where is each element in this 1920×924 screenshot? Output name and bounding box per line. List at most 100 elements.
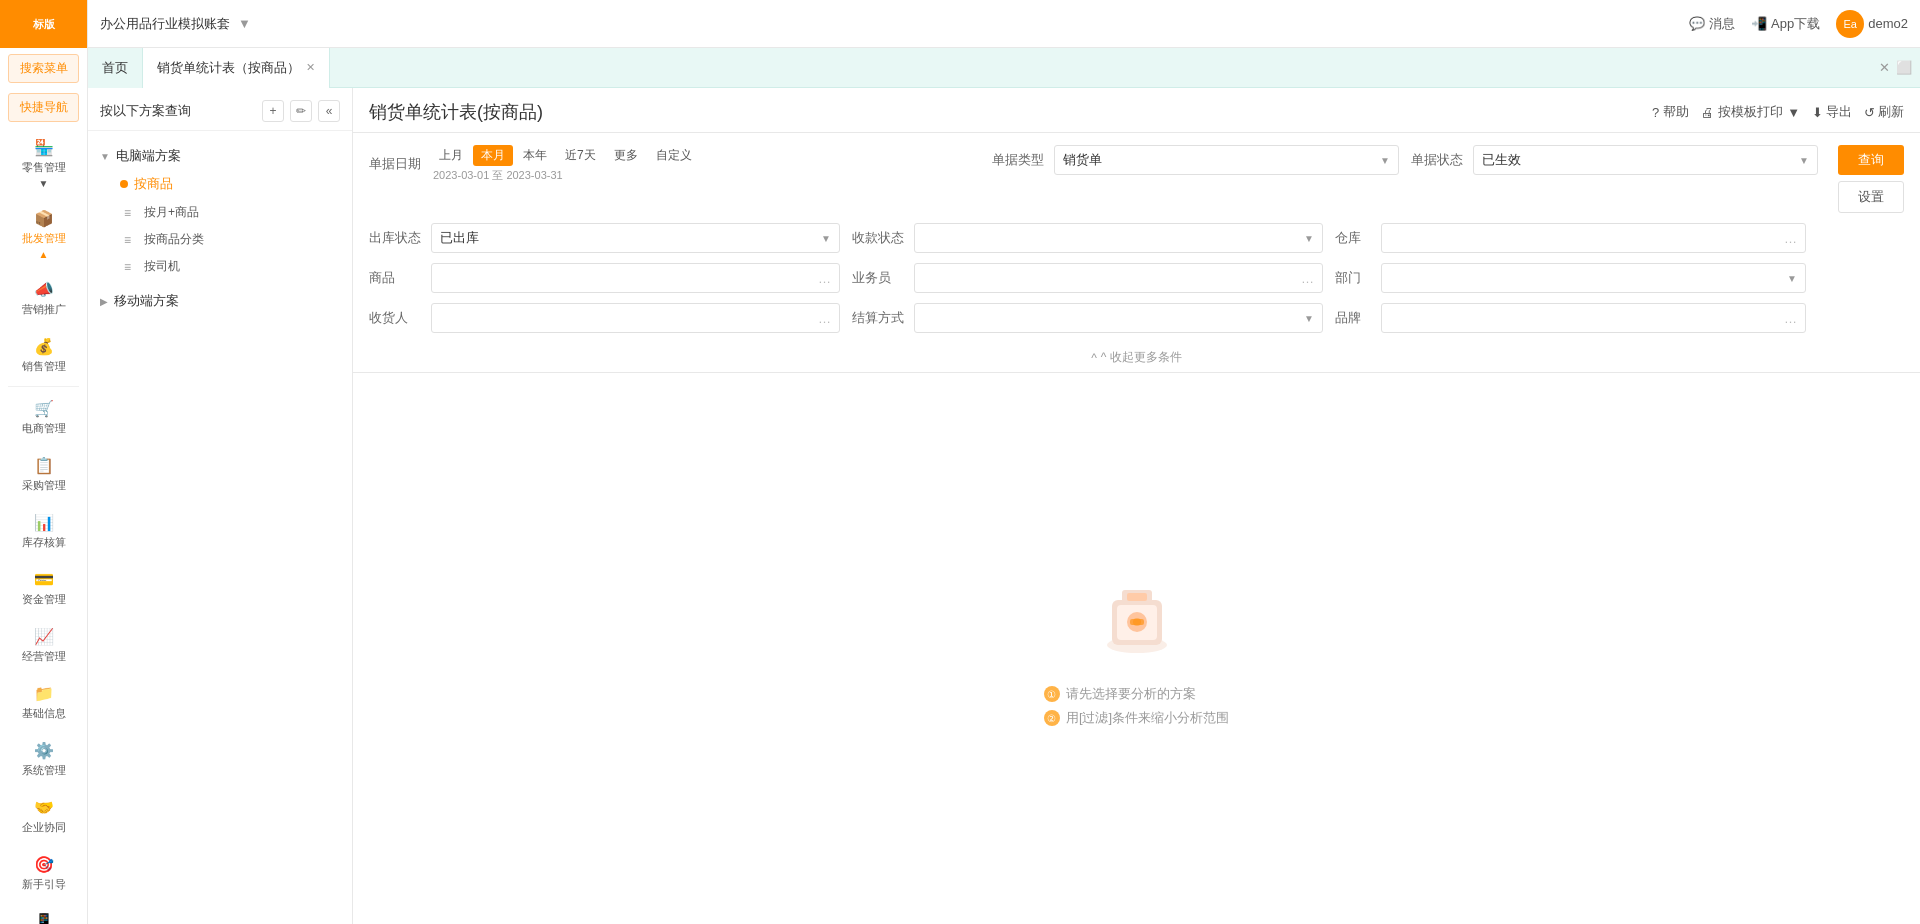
- pc-group-header[interactable]: ▼ 电脑端方案: [100, 143, 340, 169]
- help-icon: ?: [1652, 105, 1659, 120]
- sidebar-item-ecommerce[interactable]: 🛒 电商管理: [0, 389, 87, 446]
- product-dots[interactable]: …: [818, 271, 831, 286]
- topbar-arrow[interactable]: ▼: [238, 16, 251, 31]
- appcenter-icon: 📱: [34, 912, 54, 924]
- settle-method-select[interactable]: ▼: [914, 303, 1323, 333]
- sidebar-item-system[interactable]: ⚙️ 系统管理: [0, 731, 87, 788]
- mobile-group-arrow: ▶: [100, 296, 108, 307]
- doc-status-select[interactable]: 已生效 ▼: [1473, 145, 1818, 175]
- sidebar-item-operation[interactable]: 📈 经营管理: [0, 617, 87, 674]
- tip-2-num: ②: [1044, 710, 1060, 726]
- message-button[interactable]: 💬 消息: [1689, 15, 1735, 33]
- ecommerce-icon: 🛒: [34, 399, 54, 418]
- filter-add-button[interactable]: +: [262, 100, 284, 122]
- doc-type-select[interactable]: 销货单 ▼: [1054, 145, 1399, 175]
- sidebar-item-label-basic: 基础信息: [22, 706, 66, 721]
- tab-close-window-icon[interactable]: ✕: [1879, 60, 1890, 75]
- sidebar-item-sales[interactable]: 💰 销售管理: [0, 327, 87, 384]
- collapse-bar[interactable]: ^ ^ 收起更多条件: [369, 343, 1904, 372]
- date-tag-custom[interactable]: 自定义: [648, 145, 700, 166]
- filter-item-by-month-product[interactable]: ≡ 按月+商品: [100, 199, 340, 226]
- filter-item-by-product[interactable]: 按商品: [100, 169, 340, 199]
- recv-status-select[interactable]: ▼: [914, 223, 1323, 253]
- date-control: 上月 本月 本年 近7天 更多 自定义 2023-03-01 至 2023-03…: [431, 145, 980, 183]
- recipient-dots[interactable]: …: [818, 311, 831, 326]
- message-icon: 💬: [1689, 16, 1705, 31]
- tab-sales-stat[interactable]: 销货单统计表（按商品） ✕: [143, 48, 330, 88]
- logo-text: 标版: [33, 17, 55, 32]
- sidebar-item-label-system: 系统管理: [22, 763, 66, 778]
- doc-type-value: 销货单: [1063, 151, 1380, 169]
- export-label: 导出: [1826, 103, 1852, 121]
- salesman-dots[interactable]: …: [1301, 271, 1314, 286]
- user-profile[interactable]: Ea demo2: [1836, 10, 1908, 38]
- sidebar-item-label-purchase: 采购管理: [22, 478, 66, 493]
- filter-collapse-button[interactable]: «: [318, 100, 340, 122]
- retail-icon: 🏪: [34, 138, 54, 157]
- help-label: 帮助: [1663, 103, 1689, 121]
- tab-close-icon[interactable]: ✕: [306, 61, 315, 74]
- help-button[interactable]: ? 帮助: [1652, 103, 1689, 121]
- recv-status-arrow: ▼: [1304, 233, 1314, 244]
- out-status-arrow: ▼: [821, 233, 831, 244]
- filter-item-by-product-label: 按商品: [134, 175, 173, 193]
- search-menu-button[interactable]: 搜索菜单: [8, 54, 79, 83]
- tab-sales-stat-label: 销货单统计表（按商品）: [157, 59, 300, 77]
- tip-1-text: 请先选择要分析的方案: [1066, 685, 1196, 703]
- filter-item-by-driver[interactable]: ≡ 按司机: [100, 253, 340, 280]
- sidebar-divider-1: [8, 386, 79, 387]
- right-content: 销货单统计表(按商品) ? 帮助 🖨 按模板打印 ▼ ⬇ 导出: [353, 88, 1920, 924]
- brand-input[interactable]: …: [1381, 303, 1806, 333]
- query-button[interactable]: 查询: [1838, 145, 1904, 175]
- template-print-button[interactable]: 🖨 按模板打印 ▼: [1701, 103, 1800, 121]
- date-tag-last-month[interactable]: 上月: [431, 145, 471, 166]
- date-tag-this-month[interactable]: 本月: [473, 145, 513, 166]
- filter-row-2: 出库状态 已出库 ▼ 收款状态 ▼ 仓库: [369, 223, 1904, 253]
- mobile-group-header[interactable]: ▶ 移动端方案: [100, 288, 340, 314]
- out-status-select[interactable]: 已出库 ▼: [431, 223, 840, 253]
- brand-dots[interactable]: …: [1784, 311, 1797, 326]
- sidebar-item-basic[interactable]: 📁 基础信息: [0, 674, 87, 731]
- out-status-label: 出库状态: [369, 229, 425, 247]
- sidebar-item-purchase[interactable]: 📋 采购管理: [0, 446, 87, 503]
- app-download-button[interactable]: 📲 App下载: [1751, 15, 1820, 33]
- sidebar-item-retail[interactable]: 🏪 零售管理 ▼: [0, 128, 87, 199]
- finance-icon: 💳: [34, 570, 54, 589]
- sidebar-item-finance[interactable]: 💳 资金管理: [0, 560, 87, 617]
- tab-maximize-icon[interactable]: ⬜: [1896, 60, 1912, 75]
- product-input[interactable]: …: [431, 263, 840, 293]
- filter-edit-button[interactable]: ✏: [290, 100, 312, 122]
- tab-home[interactable]: 首页: [88, 48, 143, 88]
- sidebar-item-newuser[interactable]: 🎯 新手引导: [0, 845, 87, 902]
- sidebar-item-marketing[interactable]: 📣 营销推广: [0, 270, 87, 327]
- warehouse-dots[interactable]: …: [1784, 231, 1797, 246]
- export-button[interactable]: ⬇ 导出: [1812, 103, 1852, 121]
- date-tag-7days[interactable]: 近7天: [557, 145, 604, 166]
- sidebar-item-wholesale[interactable]: 📦 批发管理 ▲: [0, 199, 87, 270]
- main-area: 办公用品行业模拟账套 ▼ 💬 消息 📲 App下载 Ea demo2 首页: [88, 0, 1920, 924]
- content-area: 按以下方案查询 + ✏ « ▼ 电脑端方案 按商品: [88, 88, 1920, 924]
- salesman-input[interactable]: …: [914, 263, 1323, 293]
- recipient-input[interactable]: …: [431, 303, 840, 333]
- setting-button[interactable]: 设置: [1838, 181, 1904, 213]
- sidebar-item-label-operation: 经营管理: [22, 649, 66, 664]
- filter-item-by-month-product-label: 按月+商品: [144, 204, 199, 221]
- quicknav-button[interactable]: 快捷导航: [8, 93, 79, 122]
- sidebar-item-inventory[interactable]: 📊 库存核算: [0, 503, 87, 560]
- dept-select[interactable]: ▼: [1381, 263, 1806, 293]
- date-tag-this-year[interactable]: 本年: [515, 145, 555, 166]
- brand-label: 品牌: [1335, 309, 1375, 327]
- warehouse-input[interactable]: …: [1381, 223, 1806, 253]
- tip-2-text: 用[过滤]条件来缩小分析范围: [1066, 709, 1229, 727]
- refresh-button[interactable]: ↺ 刷新: [1864, 103, 1904, 121]
- recv-status-field: 收款状态 ▼: [852, 223, 1323, 253]
- sidebar-item-appcenter[interactable]: 📱 应用中心: [0, 902, 87, 924]
- filter-item-by-category[interactable]: ≡ 按商品分类: [100, 226, 340, 253]
- date-tag-more[interactable]: 更多: [606, 145, 646, 166]
- sidebar-item-corp[interactable]: 🤝 企业协同: [0, 788, 87, 845]
- app-download-icon: 📲: [1751, 16, 1767, 31]
- filter-form: 单据日期 上月 本月 本年 近7天 更多 自定义 2023-03-01 至 20…: [353, 133, 1920, 373]
- tabbar-actions: ✕ ⬜: [1879, 60, 1920, 75]
- sidebar-item-label-inventory: 库存核算: [22, 535, 66, 550]
- tabbar: 首页 销货单统计表（按商品） ✕ ✕ ⬜: [88, 48, 1920, 88]
